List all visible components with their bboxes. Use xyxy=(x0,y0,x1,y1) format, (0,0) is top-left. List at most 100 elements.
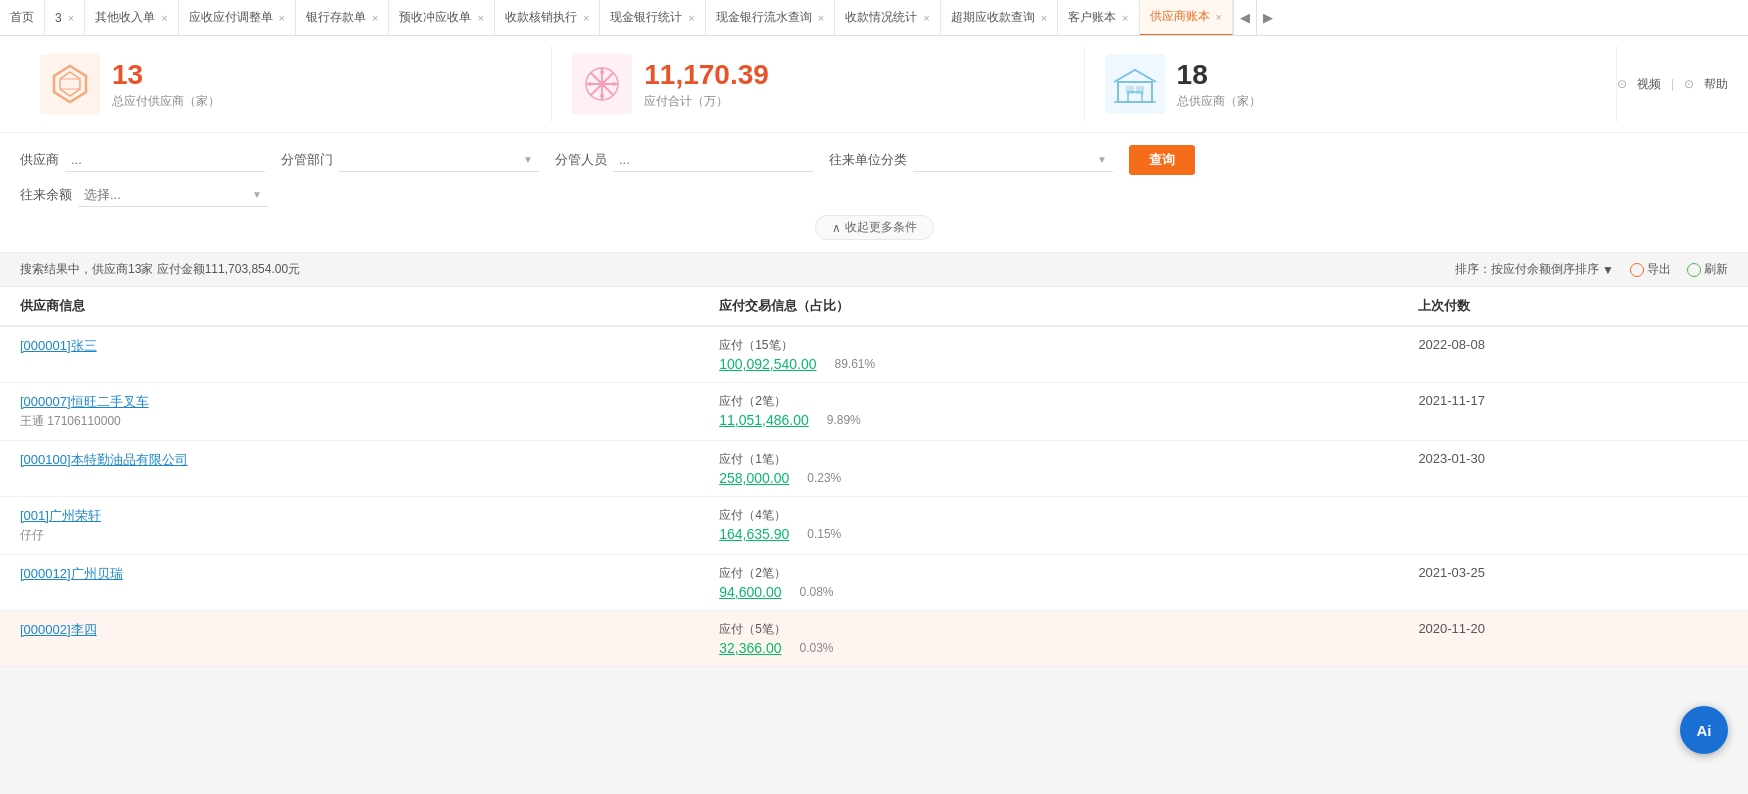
svg-point-16 xyxy=(588,82,592,86)
ap-label: 应付（5笔） xyxy=(719,621,1378,638)
close-icon[interactable]: × xyxy=(161,12,167,24)
ap-label: 应付（1笔） xyxy=(719,451,1378,468)
nav-tab-home[interactable]: 首页 xyxy=(0,0,45,36)
supplier-info-cell: [000007]恒旺二手叉车王通 17106110000 xyxy=(0,383,699,441)
close-icon[interactable]: × xyxy=(583,12,589,24)
ap-count: （5笔） xyxy=(743,622,786,636)
video-link[interactable]: 视频 xyxy=(1637,76,1661,93)
last-payment-date: 2023-01-30 xyxy=(1418,451,1485,466)
nav-tab-bank-deposit[interactable]: 银行存款单 × xyxy=(296,0,389,36)
person-filter-input[interactable] xyxy=(619,152,807,167)
unit-type-input[interactable] xyxy=(919,152,1097,167)
supplier-info-cell: [000012]广州贝瑞 xyxy=(0,555,699,611)
dept-filter-input[interactable] xyxy=(345,152,523,167)
supplier-link[interactable]: [000100]本特勤油品有限公司 xyxy=(20,452,188,467)
col-header-ap-info: 应付交易信息（占比） xyxy=(699,287,1398,326)
nav-tab-label: 其他收入单 xyxy=(95,9,155,26)
stat-ap-total: 11,170.39 应付合计（万） xyxy=(552,46,1084,122)
supplier-link[interactable]: [000002]李四 xyxy=(20,622,97,637)
close-icon[interactable]: × xyxy=(372,12,378,24)
summary-bar: 搜索结果中，供应商13家 应付金额111,703,854.00元 排序：按应付余… xyxy=(0,253,1748,287)
unit-type-wrap[interactable]: ▼ xyxy=(913,148,1113,172)
chevron-down-icon: ▼ xyxy=(1602,263,1614,277)
nav-tab-other-income[interactable]: 其他收入单 × xyxy=(85,0,178,36)
close-icon[interactable]: × xyxy=(923,12,929,24)
supplier-info-cell: [001]广州荣轩仔仔 xyxy=(0,497,699,555)
ap-info-cell: 应付（5笔）32,366.000.03% xyxy=(699,611,1398,667)
diamond-icon xyxy=(40,54,100,114)
nav-tab-collection-stat[interactable]: 收款情况统计 × xyxy=(835,0,940,36)
ap-text-label: 应付 xyxy=(719,338,743,352)
close-icon[interactable]: × xyxy=(477,12,483,24)
refresh-button[interactable]: 刷新 xyxy=(1687,261,1728,278)
svg-line-7 xyxy=(70,89,80,96)
ap-info-cell: 应付（1笔） 258,000.00 0.23% xyxy=(699,441,1398,497)
filter-balance: 往来余额 ▼ xyxy=(20,183,268,207)
stat-total-suppliers: 18 总供应商（家） xyxy=(1085,46,1617,122)
close-icon[interactable]: × xyxy=(1122,12,1128,24)
svg-point-15 xyxy=(600,94,604,98)
svg-line-6 xyxy=(60,89,70,96)
last-payment-cell: 2021-11-17 xyxy=(1398,383,1748,441)
ap-amount[interactable]: 94,600.00 xyxy=(719,584,781,600)
supplier-link[interactable]: [001]广州荣轩 xyxy=(20,508,101,523)
nav-tab-supplier-account[interactable]: 供应商账本 × xyxy=(1140,0,1233,36)
ap-info-cell: 应付（4笔）164,635.900.15% xyxy=(699,497,1398,555)
supplier-filter-input-wrap[interactable] xyxy=(65,148,265,172)
col-header-supplier: 供应商信息 xyxy=(0,287,699,326)
balance-input[interactable] xyxy=(84,187,252,202)
nav-tab-customer-account[interactable]: 客户账本 × xyxy=(1058,0,1139,36)
nav-tab-label: 收款情况统计 xyxy=(845,9,917,26)
help-link[interactable]: 帮助 xyxy=(1704,76,1728,93)
nav-tab-cash-flow[interactable]: 现金银行流水查询 × xyxy=(706,0,835,36)
ap-amount[interactable]: 100,092,540.00 xyxy=(719,356,816,372)
ap-amount[interactable]: 258,000.00 xyxy=(719,470,789,486)
supplier-filter-input[interactable] xyxy=(71,152,259,167)
export-label: 导出 xyxy=(1647,261,1671,278)
unit-type-label: 往来单位分类 xyxy=(829,151,907,169)
balance-wrap[interactable]: ▼ xyxy=(78,183,268,207)
filter-row-1: 供应商 分管部门 ▼ 分管人员 往来单位分类 ▼ xyxy=(20,145,1728,175)
close-icon[interactable]: × xyxy=(818,12,824,24)
nav-tab-3[interactable]: 3 × xyxy=(45,0,85,36)
nav-tab-advance[interactable]: 预收冲应收单 × xyxy=(389,0,494,36)
nav-arrow-right[interactable]: ▶ xyxy=(1256,0,1279,36)
nav-tab-collection-verify[interactable]: 收款核销执行 × xyxy=(495,0,600,36)
ap-count: （2笔） xyxy=(743,566,786,580)
supplier-link[interactable]: [000012]广州贝瑞 xyxy=(20,566,123,581)
filter-supplier: 供应商 xyxy=(20,148,265,172)
ap-amount[interactable]: 32,366.00 xyxy=(719,640,781,656)
supplier-link[interactable]: [000001]张三 xyxy=(20,338,97,353)
ap-amount[interactable]: 164,635.90 xyxy=(719,526,789,542)
close-icon[interactable]: × xyxy=(68,12,74,24)
nav-tab-ap-adjust[interactable]: 应收应付调整单 × xyxy=(179,0,296,36)
sort-label: 排序：按应付余额倒序排序 xyxy=(1455,261,1599,278)
ap-count: （4笔） xyxy=(743,508,786,522)
stats-bar: 13 总应付供应商（家） 11,170.39 应付合计（万） xyxy=(0,36,1748,133)
stat2-text: 11,170.39 应付合计（万） xyxy=(644,58,769,111)
nav-tab-cash-bank-stat[interactable]: 现金银行统计 × xyxy=(600,0,705,36)
search-button[interactable]: 查询 xyxy=(1129,145,1195,175)
ap-percent: 0.23% xyxy=(807,471,841,485)
nav-tab-label: 现金银行统计 xyxy=(610,9,682,26)
close-icon[interactable]: × xyxy=(688,12,694,24)
stat2-label: 应付合计（万） xyxy=(644,93,769,110)
export-button[interactable]: 导出 xyxy=(1630,261,1671,278)
sort-select[interactable]: 排序：按应付余额倒序排序 ▼ xyxy=(1455,261,1614,278)
filter-unit-type: 往来单位分类 ▼ xyxy=(829,148,1113,172)
nav-arrow-left[interactable]: ◀ xyxy=(1233,0,1256,36)
dept-filter-wrap[interactable]: ▼ xyxy=(339,148,539,172)
ap-amount[interactable]: 11,051,486.00 xyxy=(719,412,809,428)
person-filter-wrap[interactable] xyxy=(613,148,813,172)
supplier-link[interactable]: [000007]恒旺二手叉车 xyxy=(20,394,149,409)
close-icon[interactable]: × xyxy=(279,12,285,24)
close-icon[interactable]: × xyxy=(1041,12,1047,24)
stat3-text: 18 总供应商（家） xyxy=(1177,58,1261,111)
nav-tab-overdue[interactable]: 超期应收款查询 × xyxy=(941,0,1058,36)
close-icon[interactable]: × xyxy=(1216,11,1222,23)
summary-right: 排序：按应付余额倒序排序 ▼ 导出 刷新 xyxy=(1455,261,1728,278)
col-header-last-payment: 上次付数 xyxy=(1398,287,1748,326)
stat1-text: 13 总应付供应商（家） xyxy=(112,58,220,111)
collapse-filters-button[interactable]: ∧ 收起更多条件 xyxy=(815,215,934,240)
svg-point-14 xyxy=(600,70,604,74)
